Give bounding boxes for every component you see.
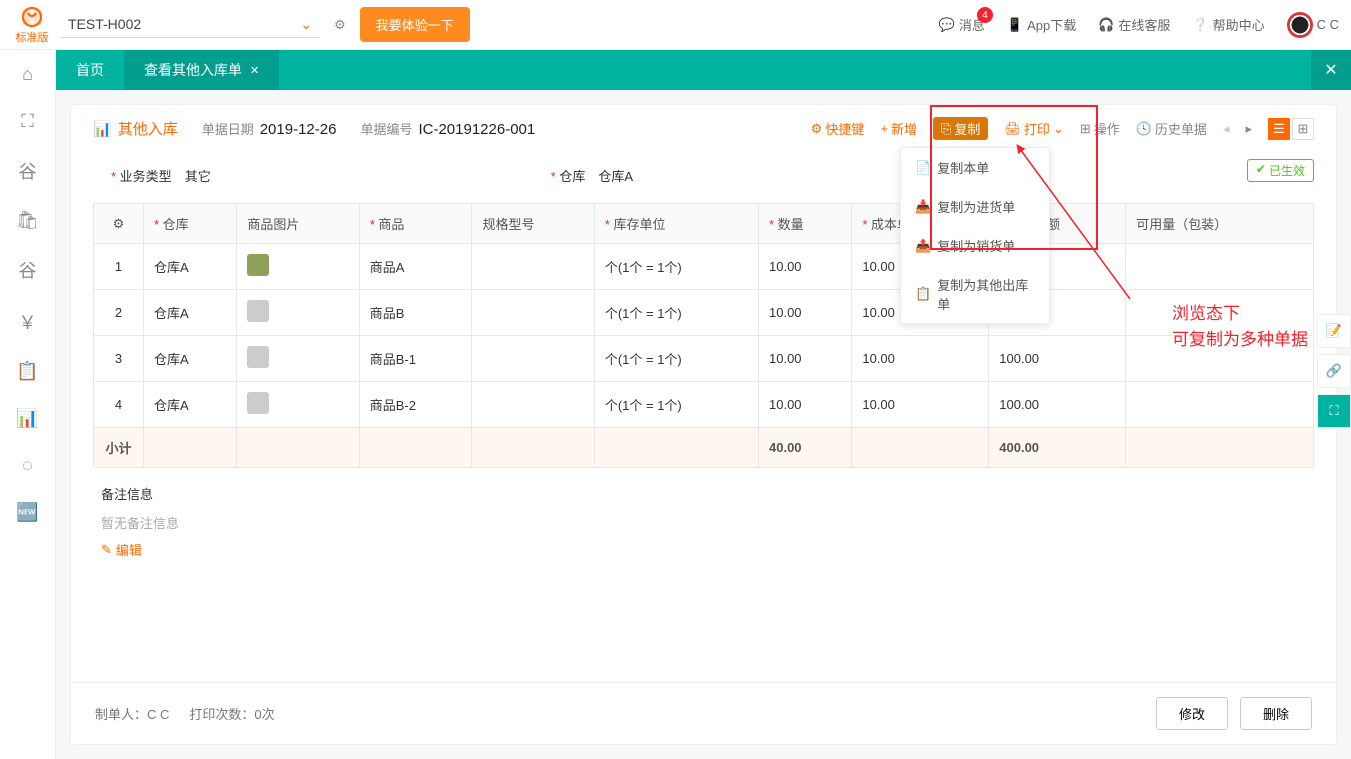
note-icon[interactable]: 📝 [1317, 314, 1351, 348]
customer-service-link[interactable]: 🎧 在线客服 [1098, 15, 1170, 34]
doc-no: 单据编号IC-20191226-001 [360, 119, 535, 138]
gear-icon[interactable]: ⚙ [334, 17, 346, 33]
nav-house-icon[interactable]: ⾕ [19, 158, 37, 184]
download-link[interactable]: 📱 App下载 [1007, 15, 1076, 34]
copy-dropdown: 📄复制本单 📥复制为进货单 📤复制为销货单 📋复制为其他出库单 [900, 147, 1050, 324]
items-table: ⚙ 仓库 商品图片 商品 规格型号 库存单位 数量 成本单价 成本金额 可用量（… [93, 203, 1314, 468]
status-badge: ✔ 已生效 [1247, 159, 1314, 182]
logo-label: 标准版 [16, 29, 49, 45]
nav-stat-icon[interactable]: 📊 [16, 408, 38, 429]
subtotal-row: 小计40.00400.00 [94, 428, 1314, 468]
copy-as-other-out[interactable]: 📋复制为其他出库单 [901, 265, 1049, 323]
right-toolbar: 📝 🔗 ⛶ [1317, 314, 1351, 428]
sidebar: ⌂ ⛶ ⾕ 🛍 ⾕ ￥ 📋 📊 ◌ 🆕 [0, 50, 56, 759]
shortcut-button[interactable]: ⚙ 快捷键 [811, 119, 865, 138]
nav-prev-icon[interactable]: ◂ [1223, 121, 1230, 137]
nav-loading-icon[interactable]: ◌ [22, 455, 33, 476]
try-button[interactable]: 我要体验一下 [360, 7, 470, 42]
modify-button[interactable]: 修改 [1156, 697, 1228, 730]
copy-button[interactable]: ⎘ 复制 [933, 117, 988, 140]
user-menu[interactable]: C C [1287, 12, 1339, 38]
biz-type: 业务类型 其它 [111, 166, 211, 185]
col-gear[interactable]: ⚙ [94, 204, 144, 244]
close-all-icon[interactable]: ✕ [1311, 50, 1351, 90]
help-link[interactable]: ❔ 帮助中心 [1192, 15, 1264, 34]
nav-money-icon[interactable]: ￥ [19, 309, 37, 335]
remark-title: 备注信息 [101, 484, 1306, 503]
nav-home2-icon[interactable]: ⾕ [19, 257, 37, 283]
delete-button[interactable]: 删除 [1240, 697, 1312, 730]
maker-label: 制单人：C C [95, 704, 169, 723]
nav-home-icon[interactable]: ⌂ [22, 64, 33, 85]
edit-remark-button[interactable]: ✎ 编辑 [101, 540, 1306, 559]
nav-next-icon[interactable]: ▸ [1245, 121, 1252, 137]
page-title: 📊 其他入库 [93, 118, 178, 139]
workspace-selector[interactable]: TEST-H002 ⌄ [60, 12, 320, 38]
history-button[interactable]: 🕓 历史单据 [1136, 119, 1207, 138]
view-list-icon[interactable]: ☰ [1268, 118, 1290, 140]
messages-link[interactable]: 💬 消息4 [939, 15, 985, 34]
view-grid-icon[interactable]: ⊞ [1292, 118, 1314, 140]
chevron-down-icon: ⌄ [300, 16, 312, 33]
table-row[interactable]: 2仓库A商品B个(1个 = 1个)10.0010.00100.00 [94, 290, 1314, 336]
copy-self[interactable]: 📄复制本单 [901, 148, 1049, 187]
nav-gift-icon[interactable]: ⛶ [21, 111, 34, 132]
table-row[interactable]: 4仓库A商品B-2个(1个 = 1个)10.0010.00100.00 [94, 382, 1314, 428]
copy-as-purchase[interactable]: 📥复制为进货单 [901, 187, 1049, 226]
add-button[interactable]: + 新增 [880, 119, 917, 138]
ops-button[interactable]: ⊞ 操作 [1080, 119, 1120, 138]
print-button[interactable]: 🖨 打印 ⌄ [1004, 119, 1063, 138]
nav-bag-icon[interactable]: 🛍 [16, 210, 39, 231]
close-icon[interactable]: ✕ [250, 64, 259, 77]
logo[interactable]: 标准版 [12, 5, 52, 45]
link-icon[interactable]: 🔗 [1317, 354, 1351, 388]
table-row[interactable]: 1仓库A商品A个(1个 = 1个)10.0010.00100.00 [94, 244, 1314, 290]
avatar [1287, 12, 1313, 38]
table-row[interactable]: 3仓库A商品B-1个(1个 = 1个)10.0010.00100.00 [94, 336, 1314, 382]
doc-date: 单据日期2019-12-26 [202, 119, 337, 138]
msg-badge: 4 [977, 7, 993, 23]
tab-home[interactable]: 首页 [56, 50, 124, 90]
expand-icon[interactable]: ⛶ [1317, 394, 1351, 428]
warehouse: 仓库 仓库A [551, 166, 633, 185]
tab-current[interactable]: 查看其他入库单✕ [124, 50, 279, 90]
nav-clipboard-icon[interactable]: 📋 [16, 361, 38, 382]
nav-new-icon[interactable]: 🆕 [16, 502, 38, 523]
remark-empty: 暂无备注信息 [101, 513, 1306, 532]
print-count: 打印次数：0次 [189, 704, 274, 723]
copy-as-sales[interactable]: 📤复制为销货单 [901, 226, 1049, 265]
